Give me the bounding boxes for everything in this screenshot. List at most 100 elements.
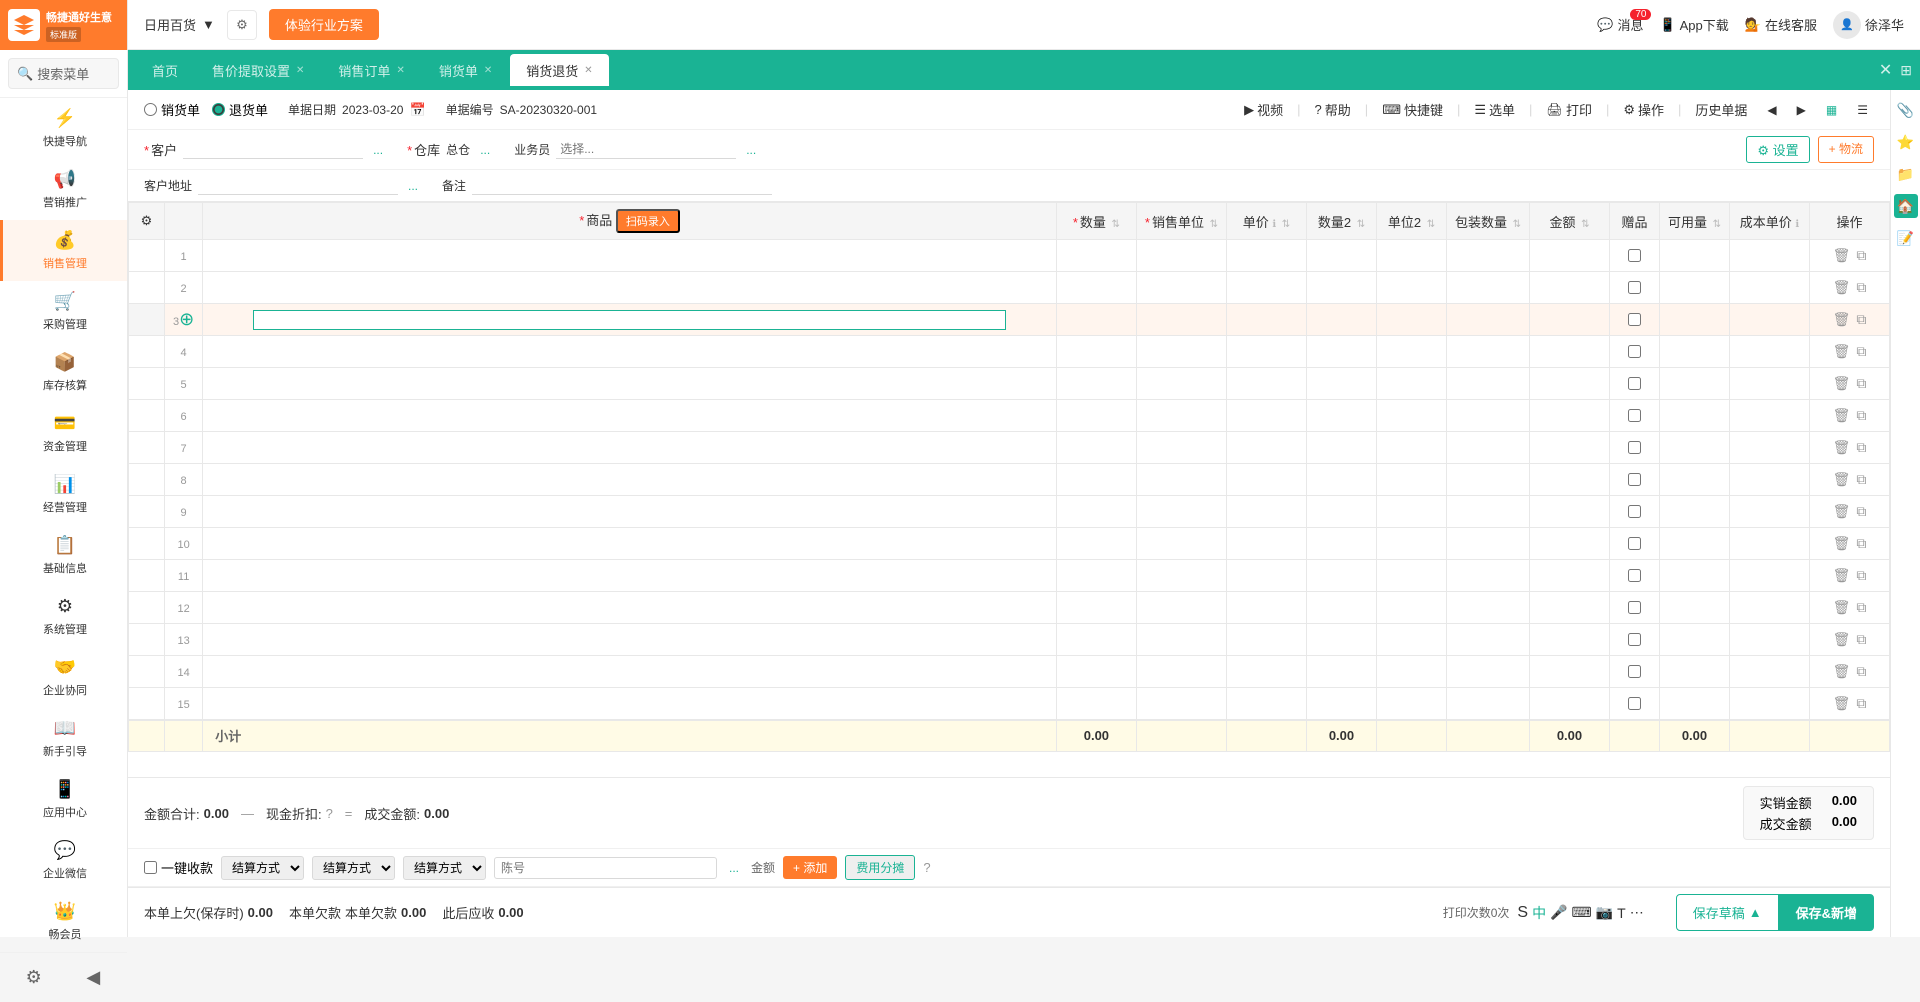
col-cost-1[interactable] — [1730, 240, 1810, 272]
col-pack-7[interactable] — [1446, 432, 1529, 464]
col-price-6[interactable] — [1226, 400, 1306, 432]
col-unit-15[interactable] — [1136, 688, 1226, 720]
cash-discount-help[interactable]: ? — [326, 806, 333, 821]
col-avail-14[interactable] — [1659, 656, 1729, 688]
col-unit2-13[interactable] — [1376, 624, 1446, 656]
col-cost-9[interactable] — [1730, 496, 1810, 528]
app-download-button[interactable]: 📱 App下载 — [1659, 15, 1728, 34]
col-qty-13[interactable] — [1056, 624, 1136, 656]
col-cost-6[interactable] — [1730, 400, 1810, 432]
col-pack-2[interactable] — [1446, 272, 1529, 304]
col-amount-2[interactable] — [1529, 272, 1609, 304]
cost-info-icon[interactable]: ℹ — [1795, 219, 1799, 230]
copy-row-7[interactable]: ⧉ — [1856, 439, 1866, 456]
col-price-14[interactable] — [1226, 656, 1306, 688]
zhong-icon[interactable]: 中 — [1532, 903, 1546, 923]
copy-row-15[interactable]: ⧉ — [1856, 695, 1866, 712]
price-info-icon[interactable]: ℹ — [1272, 219, 1276, 230]
col-price-2[interactable] — [1226, 272, 1306, 304]
logistics-button[interactable]: + 物流 — [1818, 136, 1874, 163]
col-qty-14[interactable] — [1056, 656, 1136, 688]
sidebar-settings-button[interactable]: ⚙ — [8, 961, 60, 994]
delete-row-10[interactable]: 🗑 — [1833, 535, 1851, 552]
col-unit2-14[interactable] — [1376, 656, 1446, 688]
col-product-1[interactable] — [203, 240, 1057, 272]
col-unit2-6[interactable] — [1376, 400, 1446, 432]
col-amount-13[interactable] — [1529, 624, 1609, 656]
col-gift-2[interactable] — [1609, 272, 1659, 304]
col-cost-13[interactable] — [1730, 624, 1810, 656]
col-unit2-9[interactable] — [1376, 496, 1446, 528]
col-cost-14[interactable] — [1730, 656, 1810, 688]
col-amount-4[interactable] — [1529, 336, 1609, 368]
summary-method-select[interactable]: 结算方式 — [403, 856, 486, 880]
col-gift-6[interactable] — [1609, 400, 1659, 432]
col-avail-13[interactable] — [1659, 624, 1729, 656]
col-gift-15[interactable] — [1609, 688, 1659, 720]
sidebar-item-operations[interactable]: 📊 经营管理 — [0, 464, 127, 525]
col-price-8[interactable] — [1226, 464, 1306, 496]
tabs-expand-button[interactable]: ⊞ — [1900, 62, 1912, 79]
tab-price-settings[interactable]: 售价提取设置 ✕ — [196, 54, 320, 86]
col-cost-7[interactable] — [1730, 432, 1810, 464]
tab-home[interactable]: 首页 — [136, 54, 194, 86]
col-qty-12[interactable] — [1056, 592, 1136, 624]
col-unit-12[interactable] — [1136, 592, 1226, 624]
col-qty2-2[interactable] — [1306, 272, 1376, 304]
copy-row-9[interactable]: ⧉ — [1856, 503, 1866, 520]
col-avail-1[interactable] — [1659, 240, 1729, 272]
gift-checkbox-6[interactable] — [1628, 409, 1641, 422]
add-row-button[interactable]: ⊕ — [179, 309, 194, 329]
col-amount-14[interactable] — [1529, 656, 1609, 688]
col-avail-12[interactable] — [1659, 592, 1729, 624]
one-key-checkbox-input[interactable] — [144, 861, 157, 874]
col-price-9[interactable] — [1226, 496, 1306, 528]
gift-checkbox-1[interactable] — [1628, 249, 1641, 262]
grid-view-button[interactable]: ▦ — [1820, 101, 1843, 119]
calculate-method-select[interactable]: 结算方式 — [312, 856, 395, 880]
copy-row-3[interactable]: ⧉ — [1856, 311, 1866, 328]
col-avail-9[interactable] — [1659, 496, 1729, 528]
col-qty2-5[interactable] — [1306, 368, 1376, 400]
col-unit2-2[interactable] — [1376, 272, 1446, 304]
amount-sort-icon[interactable]: ⇅ — [1581, 219, 1589, 230]
col-amount-11[interactable] — [1529, 560, 1609, 592]
date-picker-icon[interactable]: 📅 — [409, 102, 425, 118]
tabs-close-all-button[interactable]: ✕ — [1879, 60, 1892, 80]
col-qty-15[interactable] — [1056, 688, 1136, 720]
col-avail-7[interactable] — [1659, 432, 1729, 464]
col-amount-5[interactable] — [1529, 368, 1609, 400]
col-qty2-9[interactable] — [1306, 496, 1376, 528]
col-unit-9[interactable] — [1136, 496, 1226, 528]
gift-checkbox-4[interactable] — [1628, 345, 1641, 358]
col-unit-2[interactable] — [1136, 272, 1226, 304]
translate-icon[interactable]: T — [1617, 905, 1626, 921]
col-qty-10[interactable] — [1056, 528, 1136, 560]
select-button[interactable]: ☰ 选单 — [1468, 98, 1521, 121]
col-unit2-4[interactable] — [1376, 336, 1446, 368]
sidebar-item-apps[interactable]: 📱 应用中心 — [0, 769, 127, 830]
sidebar-item-wechat[interactable]: 💬 企业微信 — [0, 830, 127, 891]
col-amount-3[interactable] — [1529, 304, 1609, 336]
right-panel-active[interactable]: 🏠 — [1894, 194, 1918, 218]
mic-icon[interactable]: 🎤 — [1550, 904, 1567, 921]
copy-row-13[interactable]: ⧉ — [1856, 631, 1866, 648]
sidebar-item-finance[interactable]: 💳 资金管理 — [0, 403, 127, 464]
keyboard-icon[interactable]: ⌨ — [1572, 904, 1592, 921]
col-product-9[interactable] — [203, 496, 1057, 528]
print-button[interactable]: 🖨 打印 — [1540, 98, 1598, 121]
search-menu-button[interactable]: 🔍 搜索菜单 — [8, 58, 119, 89]
more-icon[interactable]: ⋯ — [1630, 904, 1644, 921]
address-select-button[interactable]: ... — [404, 179, 422, 193]
col-qty-6[interactable] — [1056, 400, 1136, 432]
col-avail-5[interactable] — [1659, 368, 1729, 400]
col-product-13[interactable] — [203, 624, 1057, 656]
col-cost-4[interactable] — [1730, 336, 1810, 368]
col-qty-3[interactable] — [1056, 304, 1136, 336]
settle-method-select[interactable]: 结算方式 — [221, 856, 304, 880]
sidebar-item-basic-info[interactable]: 📋 基础信息 — [0, 525, 127, 586]
col-unit-13[interactable] — [1136, 624, 1226, 656]
delete-row-4[interactable]: 🗑 — [1833, 343, 1851, 360]
col-qty-2[interactable] — [1056, 272, 1136, 304]
col-qty-11[interactable] — [1056, 560, 1136, 592]
